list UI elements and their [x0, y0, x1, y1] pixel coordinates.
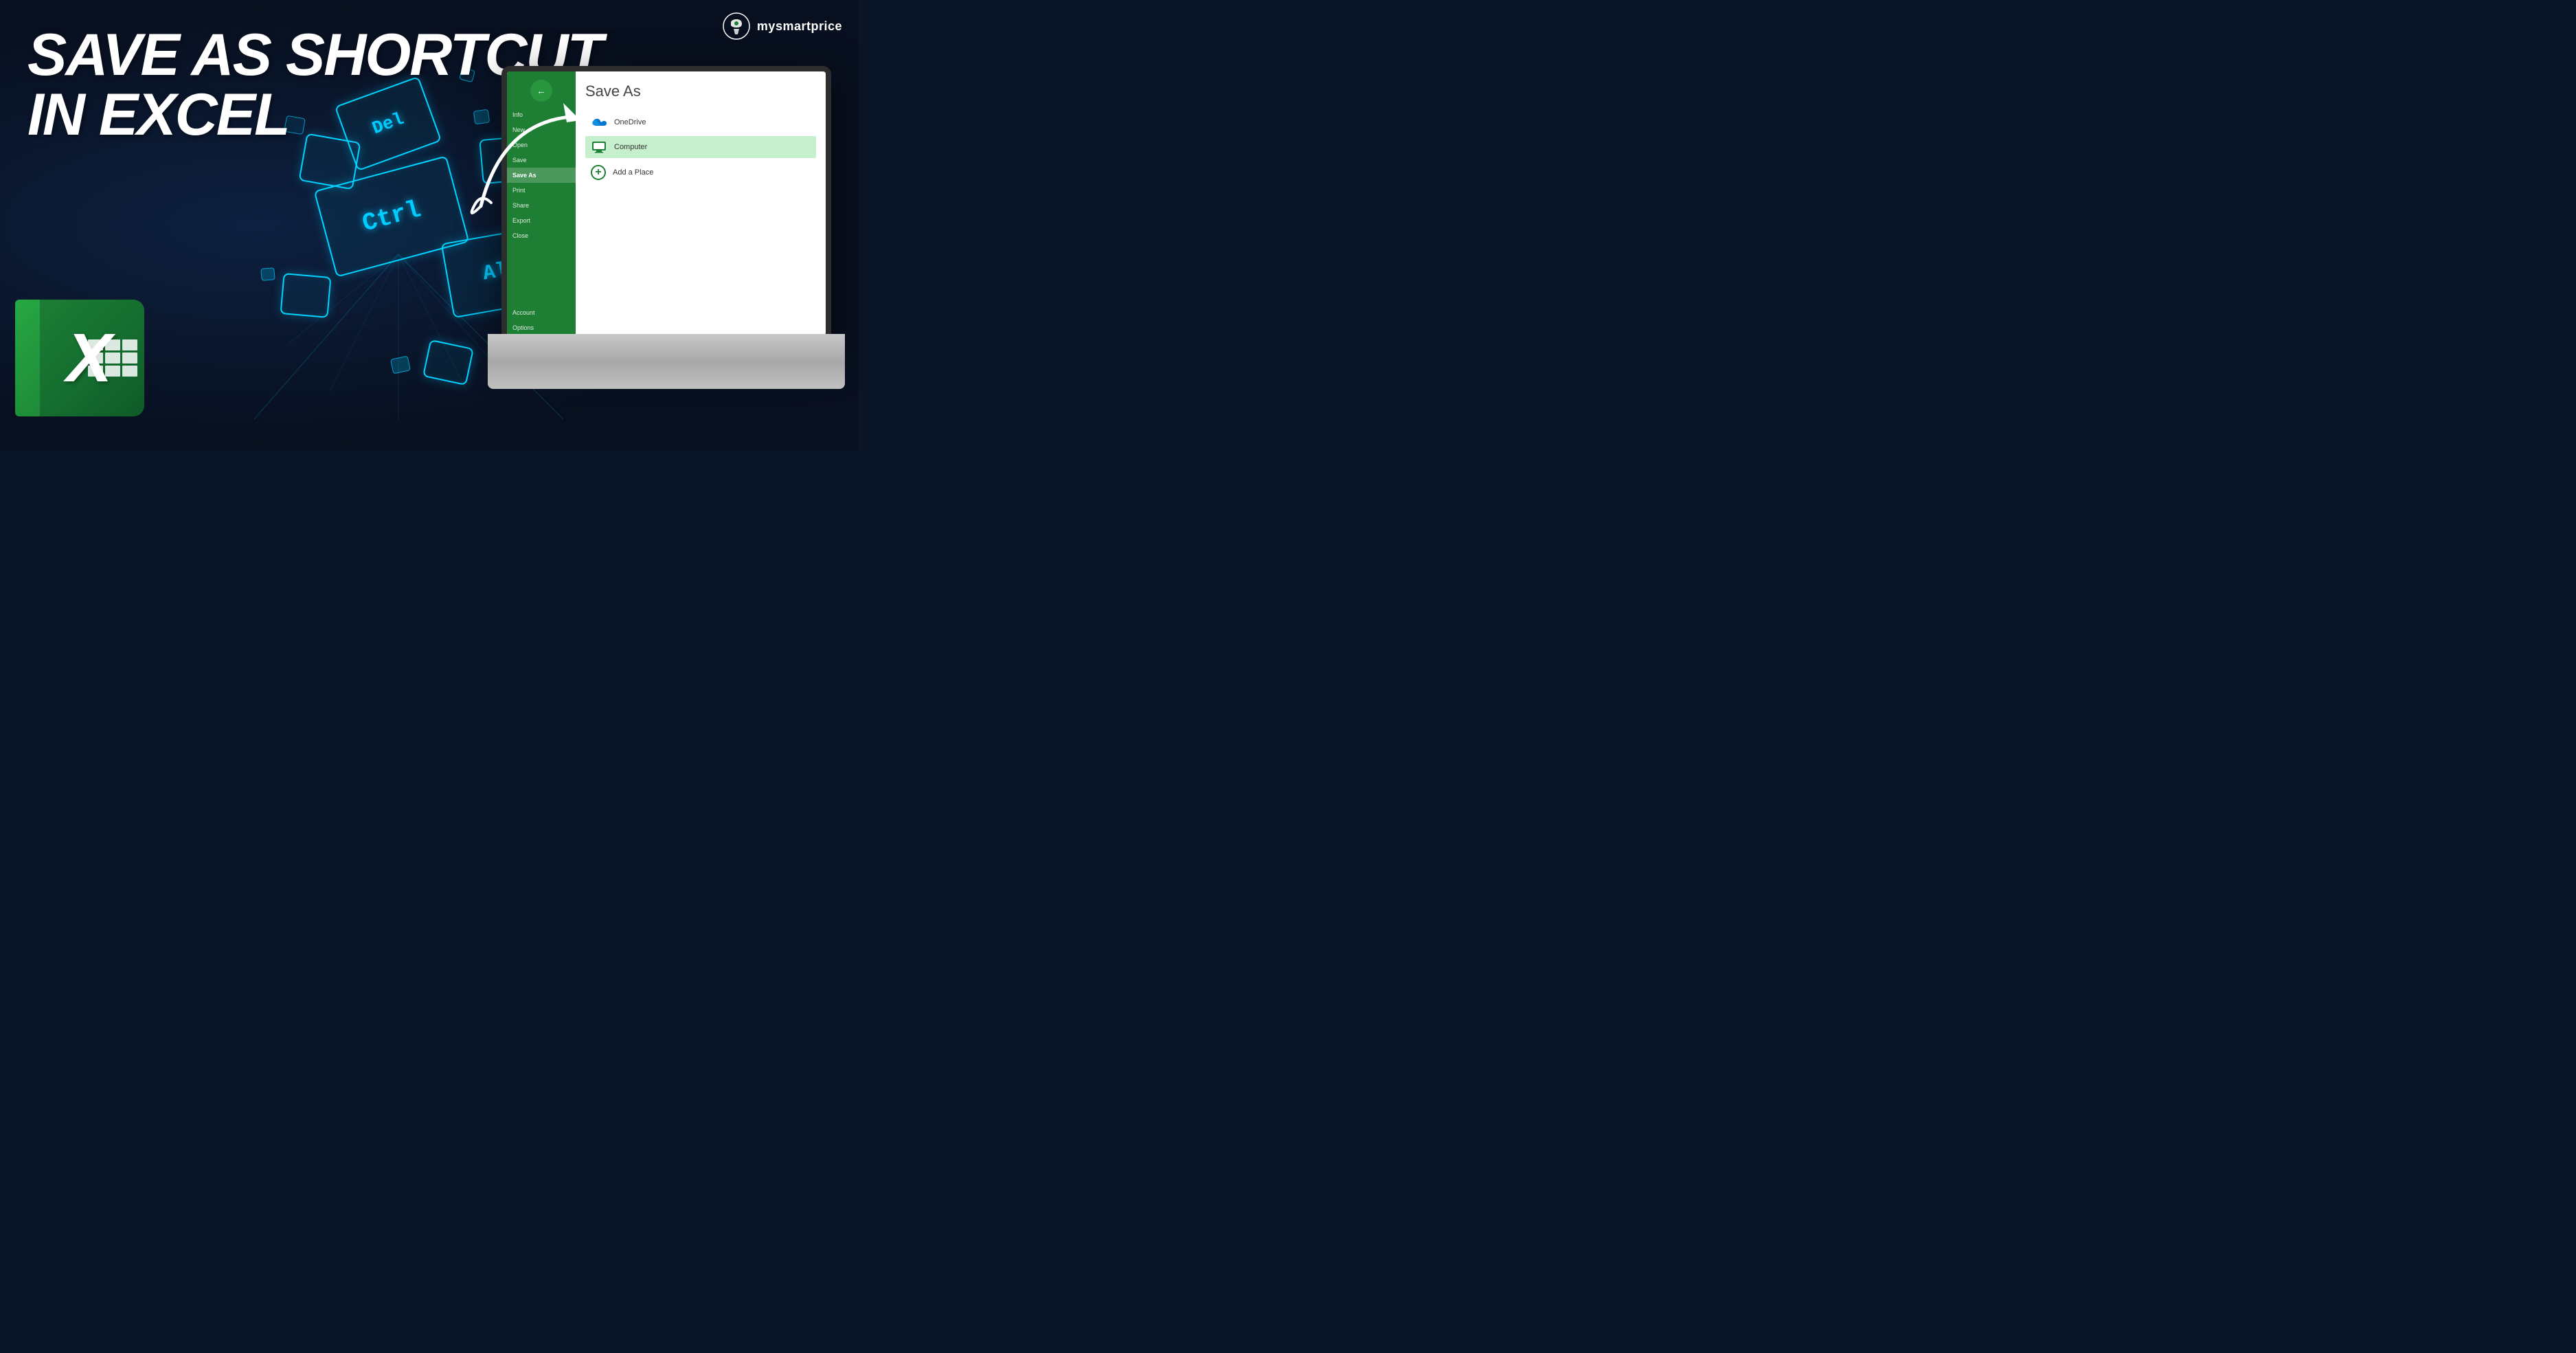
grid-cell: [122, 339, 137, 350]
arrow-decoration: [460, 96, 598, 220]
grid-cell: [105, 339, 120, 350]
save-as-title: Save As: [585, 82, 816, 100]
computer-label: Computer: [614, 143, 647, 151]
excel-icon-background: X: [27, 300, 144, 416]
location-computer[interactable]: Computer: [585, 136, 816, 158]
excel-grid-icon: [88, 339, 137, 377]
brand-name: mysmartprice: [757, 19, 842, 34]
brand-logo: mysmartprice: [723, 12, 842, 40]
location-onedrive[interactable]: OneDrive: [585, 111, 816, 133]
excel-save-as-panel: Save As OneDrive: [576, 71, 826, 335]
grid-cell: [88, 353, 103, 364]
grid-cell: [88, 339, 103, 350]
grid-cell: [105, 353, 120, 364]
grid-cell: [88, 366, 103, 377]
onedrive-label: OneDrive: [614, 118, 646, 126]
excel-menu-item-close[interactable]: Close: [507, 228, 576, 243]
excel-menu-item-options[interactable]: Options: [507, 320, 576, 335]
grid-cell: [122, 353, 137, 364]
excel-menu-item-account[interactable]: Account: [507, 305, 576, 320]
add-place-item[interactable]: + Add a Place: [585, 161, 816, 184]
grid-cell: [105, 366, 120, 377]
laptop-base: [488, 334, 845, 389]
msp-icon: [723, 12, 750, 40]
add-place-label: Add a Place: [613, 168, 653, 177]
excel-logo: X: [27, 300, 144, 416]
grid-cell: [122, 366, 137, 377]
sidebar-spacer: [507, 243, 576, 305]
